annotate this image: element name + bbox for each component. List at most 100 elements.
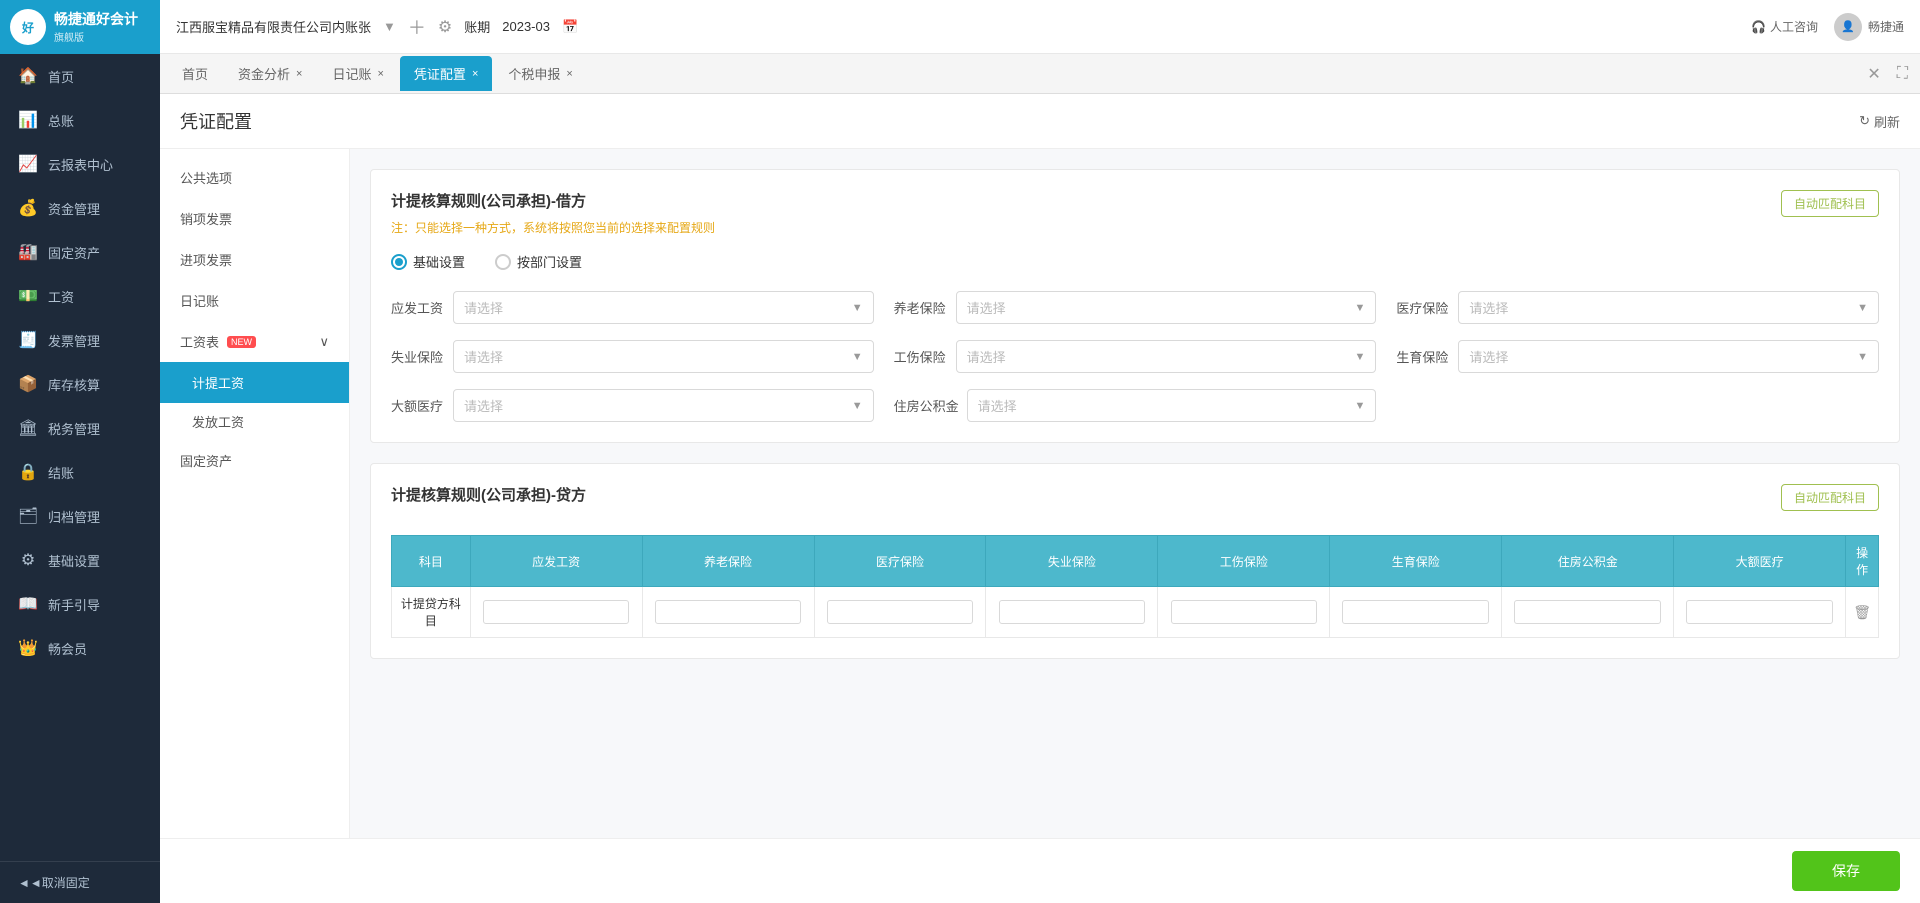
tab-journal[interactable]: 日记账 × [318,56,397,91]
basic-salary-label: 应发工资 [391,298,445,317]
sidebar-item-tax[interactable]: 🏛 税务管理 [0,406,160,450]
input-unemployment[interactable] [999,600,1146,624]
add-button[interactable]: ＋ [408,14,426,40]
unemployment-select[interactable]: 请选择 ▼ [453,340,874,373]
refresh-button[interactable]: ↻ 刷新 [1859,112,1900,131]
user-menu[interactable]: 👤 畅捷通 [1834,13,1904,41]
input-maternity[interactable] [1342,600,1489,624]
left-menu: 公共选项 销项发票 进项发票 日记账 工资表 NEW ∨ [160,149,350,838]
sidebar-item-salary-label: 工资 [48,287,74,306]
sidebar-item-invoice[interactable]: 🧾 发票管理 [0,318,160,362]
tab-funds-analysis[interactable]: 资金分析 × [224,56,316,91]
tab-tax-close[interactable]: × [566,68,572,80]
th-operation: 操作 [1846,536,1879,587]
th-injury: 工伤保险 [1158,536,1330,587]
sidebar-item-vip-label: 畅会员 [48,639,87,658]
basic-salary-select[interactable]: 请选择 ▼ [453,291,874,324]
invoice-icon: 🧾 [18,330,38,350]
sidebar-item-salary[interactable]: 💵 工资 [0,274,160,318]
tab-voucher-config[interactable]: 凭证配置 × [400,56,492,91]
left-menu-pay-label: 发放工资 [192,415,244,430]
table-row: 计提贷方科目 🗑 [392,587,1879,638]
form-item-injury: 工伤保险 请选择 ▼ [894,340,1377,373]
input-housing[interactable] [1514,600,1661,624]
left-menu-sales-invoice[interactable]: 销项发票 [160,198,349,239]
delete-icon[interactable]: 🗑 [1853,604,1871,620]
home-icon: 🏠 [18,66,38,86]
form-item-housing: 住房公积金 请选择 ▼ [894,389,1377,422]
td-operation: 🗑 [1846,587,1879,638]
save-button[interactable]: 保存 [1792,851,1900,891]
close-tab-icon[interactable]: ✕ [1863,60,1884,88]
topbar-right: 🎧 人工咨询 👤 畅捷通 [1751,13,1904,41]
calendar-icon[interactable]: 📅 [562,19,578,35]
housing-select[interactable]: 请选择 ▼ [967,389,1377,422]
radio-basic-label: 基础设置 [413,252,465,271]
sidebar-item-fixed-assets[interactable]: 🏭 固定资产 [0,230,160,274]
injury-label: 工伤保险 [894,347,948,366]
left-menu-purchase-invoice[interactable]: 进项发票 [160,239,349,280]
sidebar-item-funds[interactable]: 💰 资金管理 [0,186,160,230]
sidebar-item-archive[interactable]: 🗂 归档管理 [0,494,160,538]
period-label: 账期 [464,17,490,36]
input-big-medical[interactable] [1686,600,1833,624]
maximize-icon[interactable]: ⛶ [1893,61,1912,87]
sidebar-item-settings[interactable]: ⚙ 基础设置 [0,538,160,582]
sidebar-item-reports-label: 云报表中心 [48,155,113,174]
tab-voucher-close[interactable]: × [472,68,478,80]
big-medical-select[interactable]: 请选择 ▼ [453,389,874,422]
tab-home[interactable]: 首页 [168,56,222,91]
auto-match-btn-2[interactable]: 自动匹配科目 [1781,484,1879,511]
left-menu-journal[interactable]: 日记账 [160,280,349,321]
sidebar-item-ledger[interactable]: 📊 总账 [0,98,160,142]
left-menu-purchase-label: 进项发票 [180,250,232,269]
td-housing [1502,587,1674,638]
tab-tax-label: 个税申报 [508,64,560,83]
avatar: 👤 [1834,13,1862,41]
cancel-pin-label: ◄◄取消固定 [18,874,90,891]
new-badge: NEW [227,336,256,348]
tab-journal-close[interactable]: × [377,68,383,80]
sidebar-item-reports[interactable]: 📈 云报表中心 [0,142,160,186]
th-medical: 医疗保险 [814,536,986,587]
left-menu-pay-salary[interactable]: 发放工资 [160,403,349,440]
housing-arrow: ▼ [1354,400,1365,412]
radio-basic[interactable]: 基础设置 [391,252,465,271]
medical-select[interactable]: 请选择 ▼ [1458,291,1879,324]
row-label: 计提贷方科目 [392,587,471,638]
sidebar-item-vip[interactable]: 👑 畅会员 [0,626,160,670]
unemployment-label: 失业保险 [391,347,445,366]
input-medical[interactable] [827,600,974,624]
input-pension[interactable] [655,600,802,624]
tab-funds-label: 资金分析 [238,64,290,83]
unemployment-placeholder: 请选择 [464,347,503,366]
pension-select[interactable]: 请选择 ▼ [956,291,1377,324]
td-pension [642,587,814,638]
auto-match-btn-1[interactable]: 自动匹配科目 [1781,190,1879,217]
input-basic-salary[interactable] [483,600,630,624]
left-menu-public[interactable]: 公共选项 [160,157,349,198]
sidebar-item-inventory[interactable]: 📦 库存核算 [0,362,160,406]
settings-icon[interactable]: ⚙ [438,17,452,37]
sidebar-item-home[interactable]: 🏠 首页 [0,54,160,98]
radio-dept[interactable]: 按部门设置 [495,252,582,271]
left-menu-journal-label: 日记账 [180,291,219,310]
company-dropdown-icon[interactable]: ▼ [383,19,396,34]
left-menu-fixed-assets[interactable]: 固定资产 [160,440,349,481]
left-menu-accrue-salary[interactable]: 计提工资 [160,362,349,403]
left-menu-payroll-table[interactable]: 工资表 NEW ∨ [160,321,349,362]
tab-funds-close[interactable]: × [296,68,302,80]
funds-icon: 💰 [18,198,38,218]
input-injury[interactable] [1171,600,1318,624]
sidebar-item-close[interactable]: 🔒 结账 [0,450,160,494]
form-item-basic-salary: 应发工资 请选择 ▼ [391,291,874,324]
tab-tax-report[interactable]: 个税申报 × [494,56,586,91]
maternity-select[interactable]: 请选择 ▼ [1458,340,1879,373]
cancel-pin-button[interactable]: ◄◄取消固定 [0,861,160,903]
sidebar-item-guide[interactable]: 📖 新手引导 [0,582,160,626]
injury-select[interactable]: 请选择 ▼ [956,340,1377,373]
service-button[interactable]: 🎧 人工咨询 [1751,18,1818,35]
sidebar: 好 畅捷通好会计 旗舰版 🏠 首页 📊 总账 📈 云报表中心 💰 资金管理 🏭 … [0,0,160,903]
tab-journal-label: 日记账 [332,64,371,83]
table-header-row: 科目 应发工资 养老保险 医疗保险 失业保险 工伤保险 生育保险 住房公积金 大… [392,536,1879,587]
